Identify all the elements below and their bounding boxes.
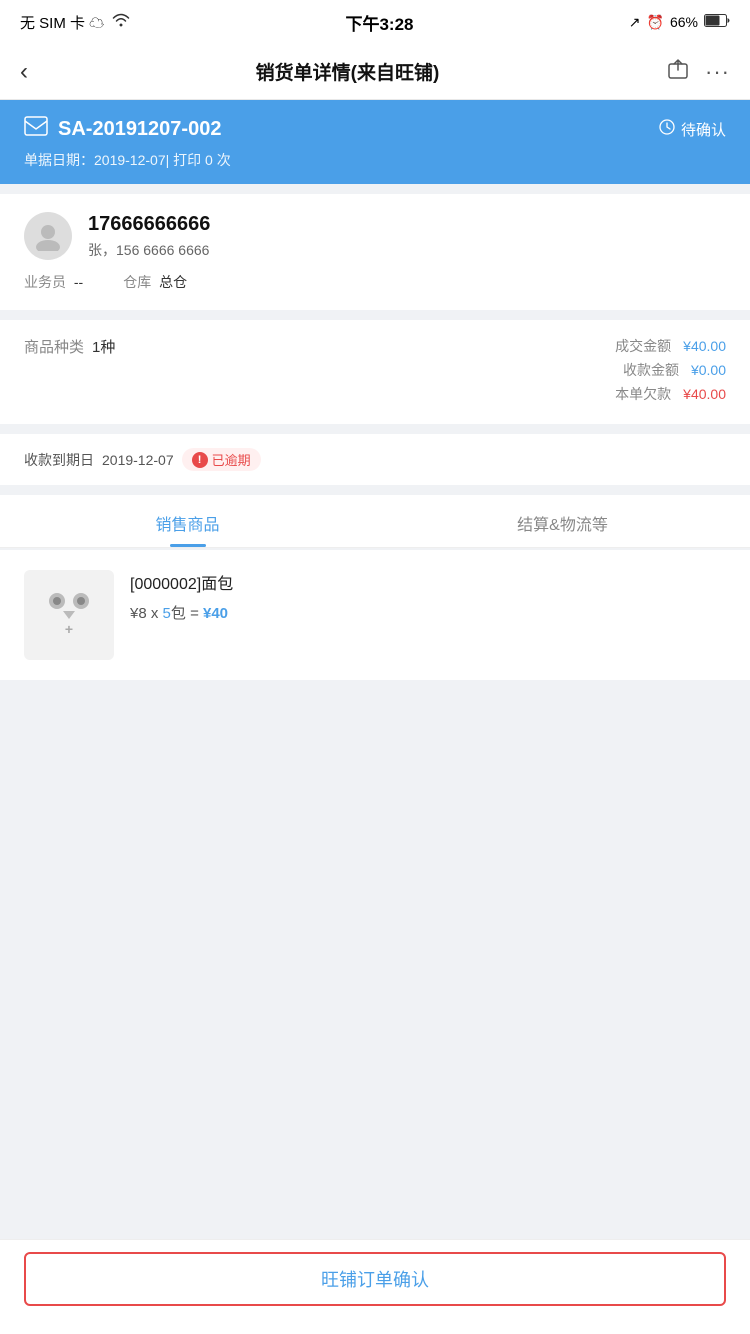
summary-card: 商品种类 1种 成交金额 ¥40.00 收款金额 ¥0.00 本单欠款 ¥40.…	[0, 320, 750, 424]
tab-settlement-logistics[interactable]: 结算&物流等	[375, 495, 750, 547]
customer-meta: 业务员 -- 仓库 总仓	[24, 272, 726, 292]
product-item: + [0000002]面包 ¥8 x 5包 = ¥40	[0, 550, 750, 680]
order-date: 单据日期：2019-12-07| 打印 0 次	[24, 150, 726, 170]
product-list: + [0000002]面包 ¥8 x 5包 = ¥40	[0, 550, 750, 680]
nav-bar: ‹ 销货单详情(来自旺铺) ···	[0, 44, 750, 100]
content-spacer	[0, 680, 750, 860]
status-bar: 无 SIM 卡 ☁ 下午3:28 ↗ ⏰ 66%	[0, 0, 750, 44]
customer-name: 张，156 6666 6666	[88, 240, 210, 260]
due-date-value: 2019-12-07	[102, 452, 174, 468]
product-name: [0000002]面包	[130, 570, 726, 594]
product-price: ¥8 x 5包 = ¥40	[130, 602, 726, 623]
order-number: SA-20191207-002	[24, 116, 221, 142]
due-date-label: 收款到期日	[24, 450, 94, 470]
tabs-container: 销售商品 结算&物流等	[0, 495, 750, 548]
battery-level: 66%	[670, 14, 698, 30]
due-date-card: 收款到期日 2019-12-07 ! 已逾期	[0, 434, 750, 485]
overdue-dot-icon: !	[192, 452, 208, 468]
tab-sales-products[interactable]: 销售商品	[0, 495, 375, 547]
order-envelope-icon	[24, 116, 48, 142]
location-icon: ↗	[629, 14, 641, 31]
warehouse-field: 仓库 总仓	[123, 272, 187, 292]
back-button[interactable]: ‹	[20, 58, 28, 86]
bottom-bar: 旺铺订单确认	[0, 1239, 750, 1334]
alarm-icon: ⏰	[647, 14, 664, 31]
wifi-icon	[112, 13, 130, 31]
order-status: 待确认	[659, 119, 726, 140]
overdue-badge: ! 已逾期	[182, 448, 261, 471]
order-header: SA-20191207-002 待确认 单据日期：2019-12-07| 打印 …	[0, 100, 750, 184]
status-time: 下午3:28	[345, 10, 413, 35]
status-left: 无 SIM 卡 ☁	[20, 12, 130, 33]
product-type: 商品种类 1种	[24, 336, 115, 357]
status-right: ↗ ⏰ 66%	[629, 14, 730, 31]
customer-avatar	[24, 212, 72, 260]
customer-card: 17666666666 张，156 6666 6666 业务员 -- 仓库 总仓	[0, 194, 750, 310]
page-title: 销货单详情(来自旺铺)	[256, 58, 440, 85]
confirm-order-button[interactable]: 旺铺订单确认	[24, 1252, 726, 1306]
owl-plus-icon: +	[65, 621, 73, 637]
more-icon[interactable]: ···	[705, 59, 730, 85]
product-thumbnail: +	[24, 570, 114, 660]
clock-icon	[659, 119, 675, 139]
customer-phone: 17666666666	[88, 213, 210, 236]
nav-actions: ···	[667, 58, 730, 86]
financial-summary: 成交金额 ¥40.00 收款金额 ¥0.00 本单欠款 ¥40.00	[615, 336, 726, 408]
share-icon[interactable]	[667, 58, 689, 86]
product-info: [0000002]面包 ¥8 x 5包 = ¥40	[130, 570, 726, 623]
salesman-field: 业务员 --	[24, 272, 83, 292]
sim-status: 无 SIM 卡 ☁	[20, 12, 104, 33]
battery-icon	[704, 14, 730, 30]
